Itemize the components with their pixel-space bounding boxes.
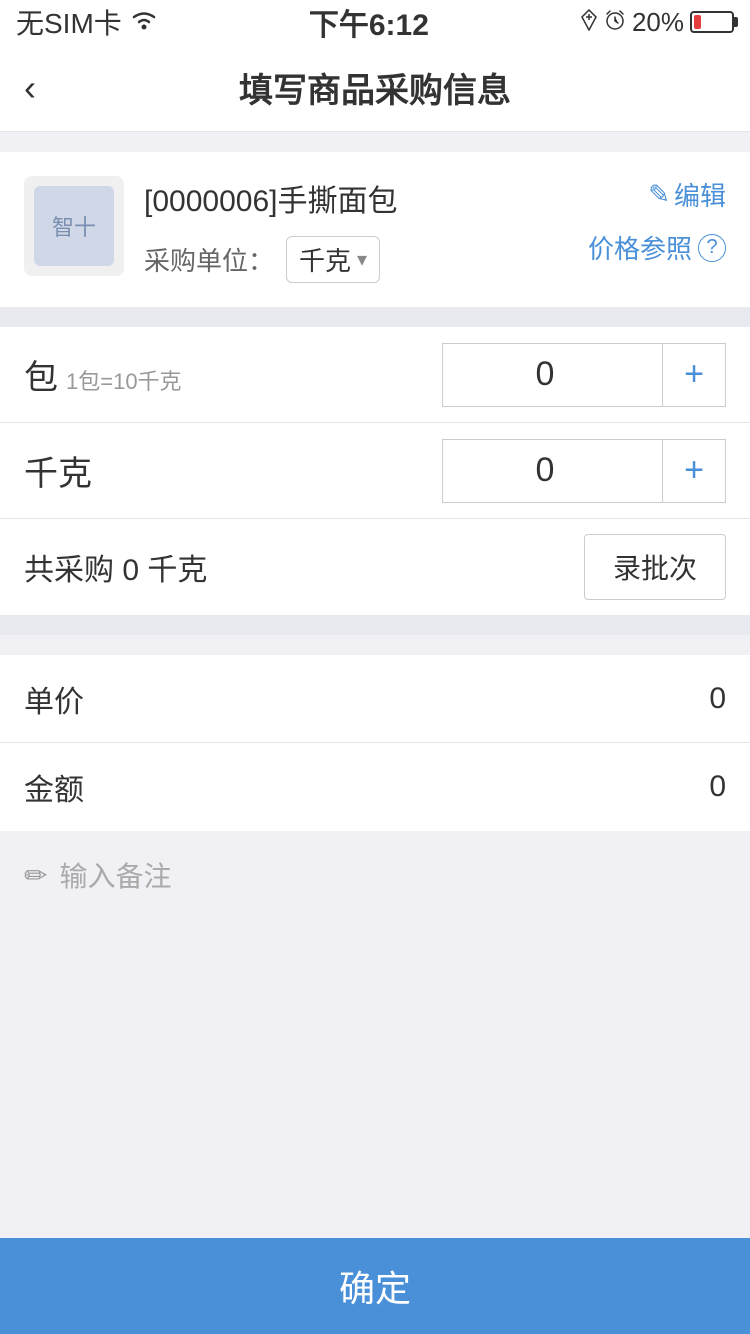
total-label: 共采购 0 千克 [24,545,207,589]
status-left: 无SIM卡 [16,2,158,42]
edit-label: 编辑 [674,176,726,213]
unit-value: 千克 [299,241,351,278]
kg-label: 千克 [24,446,204,495]
chevron-down-icon: ▾ [357,247,367,272]
unit-price-label: 单价 [24,677,84,721]
total-row: 共采购 0 千克 录批次 [0,519,750,615]
amount-label: 金额 [24,765,84,809]
remark-placeholder: 输入备注 [59,855,171,895]
bag-label-main: 包 [24,350,58,399]
edit-button[interactable]: ✎ 编辑 [648,176,726,213]
bag-label: 包 1包=10千克 [24,350,204,399]
bag-label-sub: 1包=10千克 [66,364,182,396]
price-ref-label: 价格参照 [588,229,692,266]
bag-plus-button[interactable]: + [662,343,726,407]
pencil-icon: ✏ [24,859,47,892]
wifi-icon [130,6,158,38]
status-time: 下午6:12 [309,0,429,44]
carrier-text: 无SIM卡 [16,2,122,42]
product-thumbnail: 智十 [24,176,124,276]
edit-icon: ✎ [648,179,670,210]
page-title: 填写商品采购信息 [239,63,511,112]
unit-price-value: 0 [709,682,726,716]
help-icon: ? [698,234,726,262]
unit-label: 采购单位： [144,241,274,278]
amount-value: 0 [709,770,726,804]
status-bar: 无SIM卡 下午6:12 20% [0,0,750,44]
kg-plus-button[interactable]: + [662,439,726,503]
section-divider-2 [0,615,750,635]
bag-field-wrap: + [204,343,726,407]
unit-price-row: 单价 0 [0,655,750,743]
input-section: 包 1包=10千克 + 千克 + [0,327,750,519]
battery-text: 20% [632,7,684,38]
bag-quantity-input[interactable] [442,343,662,407]
nav-bar: ‹ 填写商品采购信息 [0,44,750,132]
product-unit-row: 采购单位： 千克 ▾ [144,236,568,283]
remark-section[interactable]: ✏ 输入备注 [0,831,750,919]
product-name: [0000006]手撕面包 [144,176,568,220]
confirm-button[interactable]: 确定 [0,1238,750,1334]
status-right: 20% [580,7,734,38]
alarm-icon [604,7,626,38]
amount-row: 金额 0 [0,743,750,831]
kg-input-row: 千克 + [0,423,750,519]
battery-icon [690,11,734,33]
section-divider-1 [0,307,750,327]
back-button[interactable]: ‹ [24,67,36,109]
kg-label-main: 千克 [24,446,92,495]
info-section: 单价 0 金额 0 [0,655,750,831]
product-info: [0000006]手撕面包 采购单位： 千克 ▾ [144,176,568,283]
kg-quantity-input[interactable] [442,439,662,503]
bag-input-row: 包 1包=10千克 + [0,327,750,423]
product-logo: 智十 [34,186,114,266]
batch-button[interactable]: 录批次 [584,534,726,600]
unit-select[interactable]: 千克 ▾ [286,236,380,283]
content-spacer [0,919,750,1199]
price-reference-button[interactable]: 价格参照 ? [588,229,726,266]
product-card: 智十 [0000006]手撕面包 采购单位： 千克 ▾ ✎ 编辑 价格参照 ? [0,152,750,307]
location-icon [580,7,598,38]
logo-text: 智十 [52,210,96,242]
product-actions: ✎ 编辑 价格参照 ? [588,176,726,266]
kg-field-wrap: + [204,439,726,503]
